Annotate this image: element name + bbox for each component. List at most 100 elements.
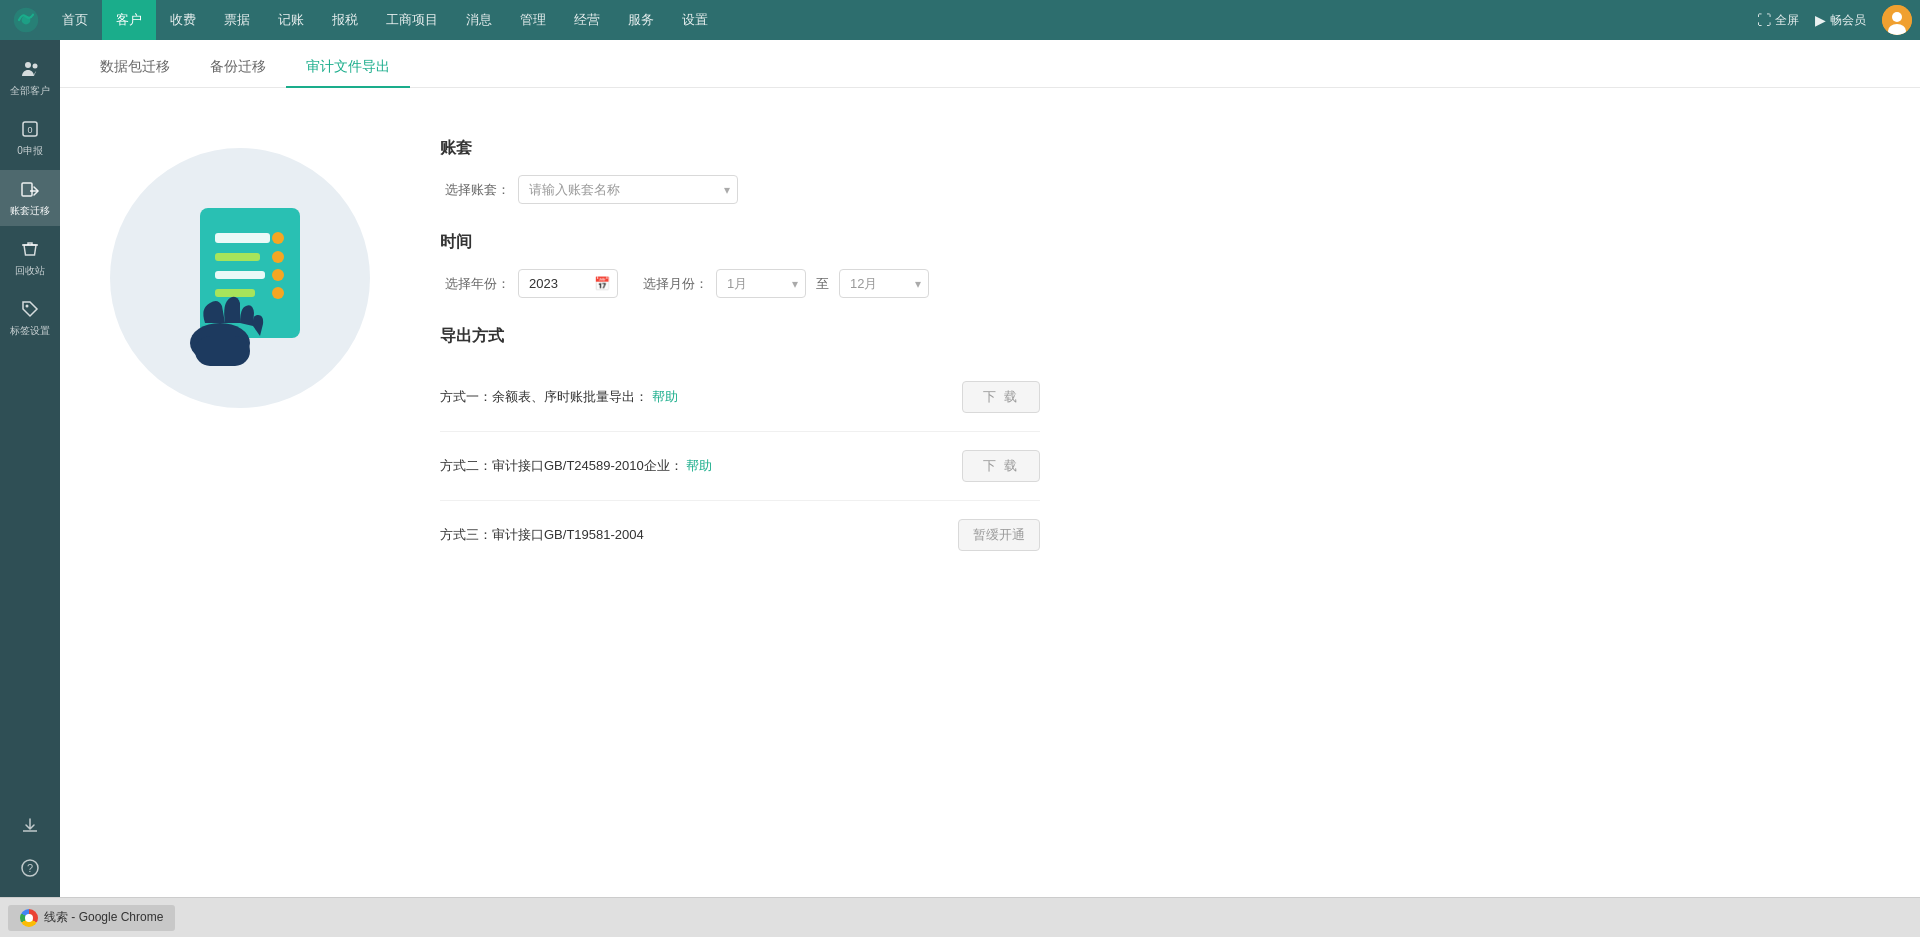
svg-rect-25 [195, 336, 250, 366]
member-btn[interactable]: ▶ 畅会员 [1815, 12, 1866, 29]
sidebar: 全部客户 0 0申报 账套迁移 [0, 40, 60, 897]
separator: 至 [814, 275, 831, 293]
tabs-bar: 数据包迁移 备份迁移 审计文件导出 [60, 40, 1920, 88]
member-label: 畅会员 [1830, 12, 1866, 29]
chrome-icon [20, 909, 38, 927]
account-select-wrapper: 请输入账套名称 [518, 175, 738, 204]
users-icon [19, 58, 41, 80]
export-method-3-text: 方式三：审计接口GB/T19581-2004 [440, 526, 644, 544]
sidebar-item-help[interactable]: ? [0, 849, 60, 887]
export-method-1: 方式一：余额表、序时账批量导出： 帮助 下 载 [440, 363, 1040, 432]
nav-service[interactable]: 服务 [614, 0, 668, 40]
sidebar-item-zero-declare[interactable]: 0 0申报 [0, 110, 60, 166]
nav-right: ⛶ 全屏 ▶ 畅会员 [1757, 5, 1912, 35]
content-area: 数据包迁移 备份迁移 审计文件导出 [60, 40, 1920, 897]
export-section: 导出方式 方式一：余额表、序时账批量导出： 帮助 下 载 方式二：审计接口GB/… [440, 326, 1040, 569]
export-method-1-text: 方式一：余额表、序时账批量导出： 帮助 [440, 388, 678, 406]
nav-manage[interactable]: 管理 [506, 0, 560, 40]
export-method-2-download-btn[interactable]: 下 载 [962, 450, 1040, 482]
svg-point-12 [26, 305, 29, 308]
nav-customer[interactable]: 客户 [102, 0, 156, 40]
svg-point-6 [33, 64, 38, 69]
fullscreen-btn[interactable]: ⛶ 全屏 [1757, 12, 1799, 29]
trash-icon [19, 238, 41, 260]
end-month-select-wrapper: 1月 2月 3月 4月 5月 6月 7月 8月 9月 10月 11月 12月 [839, 269, 929, 298]
zero-icon: 0 [19, 118, 41, 140]
sidebar-item-migrate[interactable]: 账套迁移 [0, 170, 60, 226]
nav-invoice[interactable]: 票据 [210, 0, 264, 40]
logo[interactable] [8, 2, 44, 38]
sidebar-label-tag: 标签设置 [10, 324, 50, 338]
svg-rect-17 [215, 253, 260, 261]
time-section-title: 时间 [440, 232, 1040, 253]
sidebar-label-migrate: 账套迁移 [10, 204, 50, 218]
illustration-circle [110, 148, 370, 408]
sidebar-label-zero: 0申报 [17, 144, 43, 158]
svg-text:0: 0 [27, 125, 32, 135]
export-method-1-download-btn[interactable]: 下 载 [962, 381, 1040, 413]
illustration-area [100, 148, 380, 408]
account-select[interactable]: 请输入账套名称 [518, 175, 738, 204]
nav-home[interactable]: 首页 [48, 0, 102, 40]
export-method-2-label: 方式二：审计接口GB/T24589-2010企业： [440, 458, 683, 473]
nav-message[interactable]: 消息 [452, 0, 506, 40]
svg-rect-9 [22, 183, 32, 196]
account-label: 选择账套： [440, 181, 510, 199]
sidebar-item-download[interactable] [0, 807, 60, 845]
taskbar-chrome[interactable]: 线索 - Google Chrome [8, 905, 175, 931]
fullscreen-label: 全屏 [1775, 12, 1799, 29]
migrate-icon [19, 178, 41, 200]
export-method-2-text: 方式二：审计接口GB/T24589-2010企业： 帮助 [440, 457, 712, 475]
svg-point-21 [272, 251, 284, 263]
year-label: 选择年份： [440, 275, 510, 293]
month-label: 选择月份： [638, 275, 708, 293]
year-input[interactable] [518, 269, 618, 298]
taskbar: 线索 - Google Chrome [0, 897, 1920, 937]
start-month-select-wrapper: 1月 2月 3月 4月 5月 6月 7月 8月 9月 10月 11月 12月 [716, 269, 806, 298]
end-month-select[interactable]: 1月 2月 3月 4月 5月 6月 7月 8月 9月 10月 11月 12月 [839, 269, 929, 298]
taskbar-chrome-label: 线索 - Google Chrome [44, 909, 163, 926]
tab-audit-export[interactable]: 审计文件导出 [286, 48, 410, 88]
svg-point-3 [1892, 12, 1902, 22]
export-method-3-coming-btn: 暂缓开通 [958, 519, 1040, 551]
form-area: 账套 选择账套： 请输入账套名称 时间 选择年份： 📅 [440, 128, 1040, 569]
tab-data-migrate[interactable]: 数据包迁移 [80, 48, 190, 88]
help-icon: ? [19, 857, 41, 879]
avatar[interactable] [1882, 5, 1912, 35]
sidebar-bottom: ? [0, 807, 60, 897]
nav-business[interactable]: 工商项目 [372, 0, 452, 40]
export-method-3-label: 方式三：审计接口GB/T19581-2004 [440, 527, 644, 542]
tab-backup-migrate[interactable]: 备份迁移 [190, 48, 286, 88]
sidebar-item-tag[interactable]: 标签设置 [0, 290, 60, 346]
svg-point-1 [22, 16, 31, 25]
fullscreen-icon: ⛶ [1757, 12, 1771, 28]
nav-accounting[interactable]: 记账 [264, 0, 318, 40]
nav-charge[interactable]: 收费 [156, 0, 210, 40]
svg-point-5 [25, 62, 31, 68]
tag-icon [19, 298, 41, 320]
page-content: 账套 选择账套： 请输入账套名称 时间 选择年份： 📅 [60, 88, 1920, 897]
svg-point-23 [272, 287, 284, 299]
nav-operation[interactable]: 经营 [560, 0, 614, 40]
sidebar-label-trash: 回收站 [15, 264, 45, 278]
export-method-2-help[interactable]: 帮助 [686, 458, 712, 473]
export-method-1-label: 方式一：余额表、序时账批量导出： [440, 389, 648, 404]
svg-text:?: ? [27, 862, 33, 874]
start-month-select[interactable]: 1月 2月 3月 4月 5月 6月 7月 8月 9月 10月 11月 12月 [716, 269, 806, 298]
svg-rect-18 [215, 271, 265, 279]
export-section-title: 导出方式 [440, 326, 1040, 347]
export-method-3: 方式三：审计接口GB/T19581-2004 暂缓开通 [440, 501, 1040, 569]
sidebar-item-trash[interactable]: 回收站 [0, 230, 60, 286]
export-method-2: 方式二：审计接口GB/T24589-2010企业： 帮助 下 载 [440, 432, 1040, 501]
svg-point-22 [272, 269, 284, 281]
nav-items: 首页 客户 收费 票据 记账 报税 工商项目 消息 管理 经营 服务 设置 [48, 0, 1757, 40]
nav-settings[interactable]: 设置 [668, 0, 722, 40]
sidebar-item-all-customers[interactable]: 全部客户 [0, 50, 60, 106]
export-method-1-help[interactable]: 帮助 [652, 389, 678, 404]
account-section-title: 账套 [440, 138, 1040, 159]
nav-tax[interactable]: 报税 [318, 0, 372, 40]
account-row: 选择账套： 请输入账套名称 [440, 175, 1040, 204]
sidebar-label-all-customers: 全部客户 [10, 84, 50, 98]
download-icon [19, 815, 41, 837]
svg-point-20 [272, 232, 284, 244]
